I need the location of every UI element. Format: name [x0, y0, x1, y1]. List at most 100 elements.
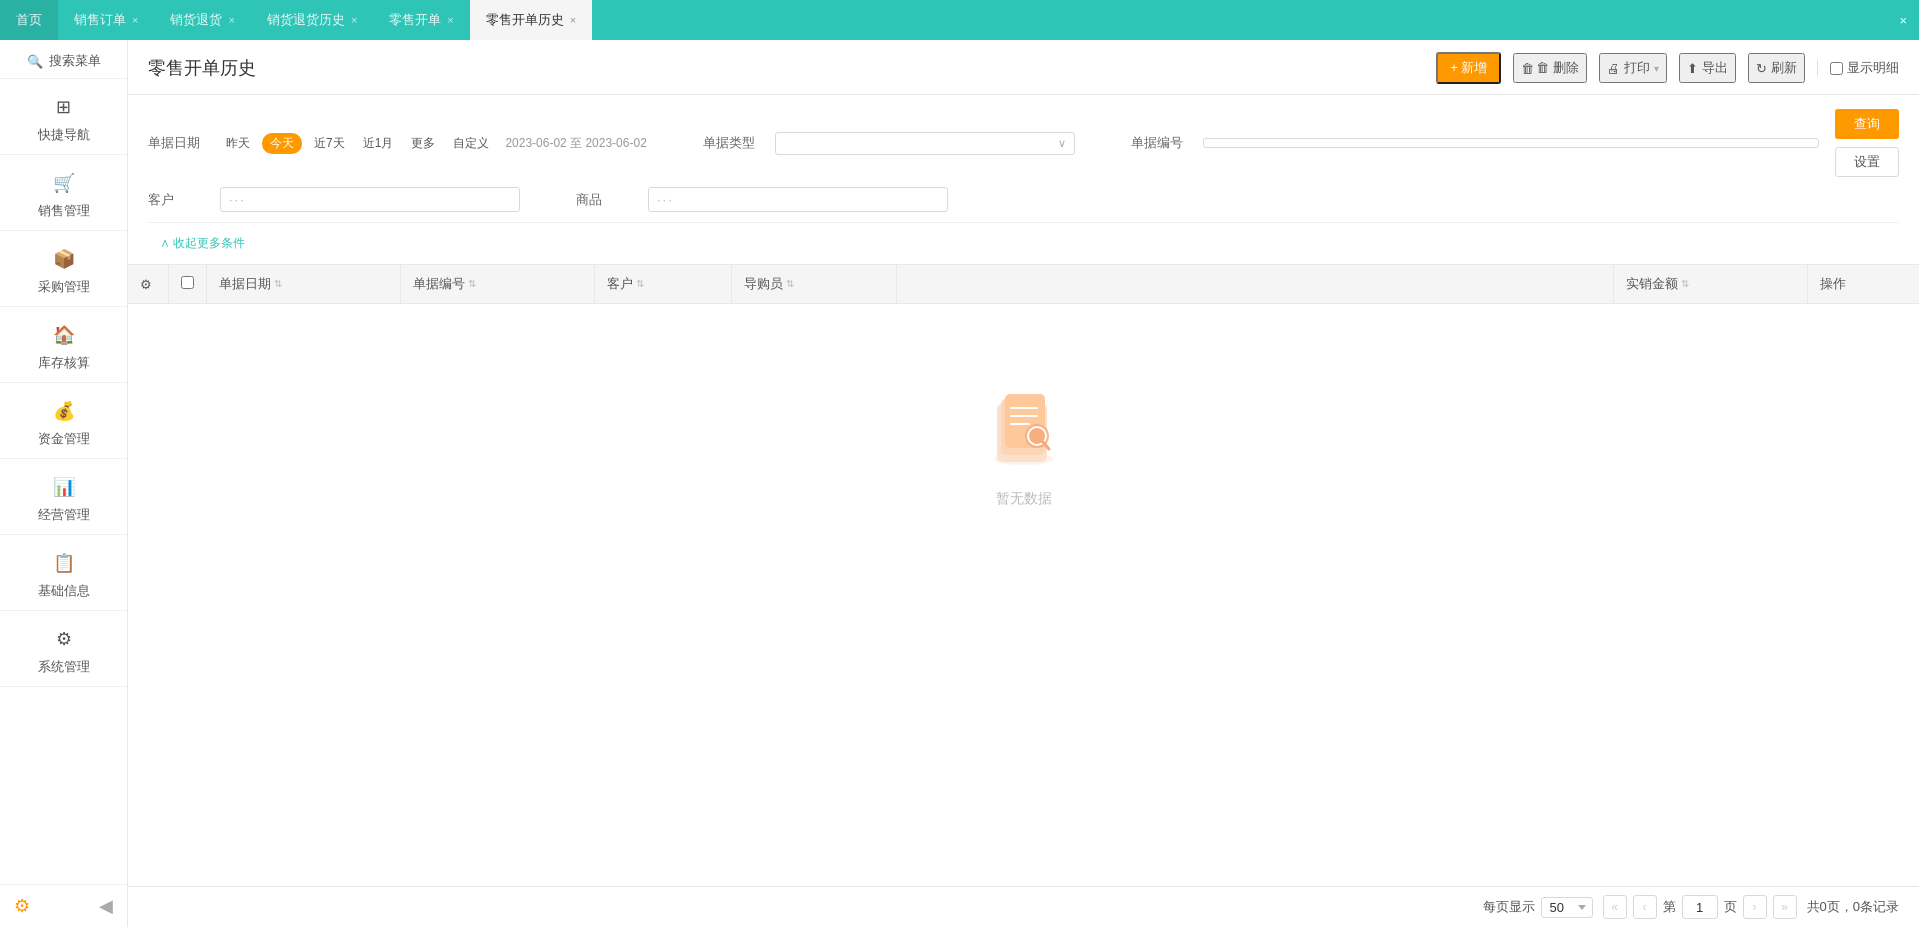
sidebar-item-purchase-mgmt[interactable]: 📦 采购管理 [0, 231, 127, 307]
sales-mgmt-icon: 🛒 [50, 169, 78, 197]
page-label-after: 页 [1724, 898, 1737, 916]
export-button[interactable]: ⬆ 导出 [1679, 53, 1736, 83]
date-filter-label: 单据日期 [148, 134, 204, 152]
goods-label: 商品 [576, 191, 632, 209]
filter-settings-button[interactable]: 设置 [1835, 147, 1899, 177]
sidebar-item-finance[interactable]: 💰资金管理 [0, 383, 127, 459]
export-label: 导出 [1702, 59, 1728, 77]
sidebar-search[interactable]: 🔍 搜索菜单 [0, 40, 127, 79]
filter-collapse-row: ∧ 收起更多条件 [148, 222, 1899, 256]
show-detail-input[interactable] [1830, 62, 1843, 75]
customer-input[interactable]: ··· [220, 187, 520, 212]
top-bar-tabs: 首页销售订单×销货退货×销货退货历史×零售开单×零售开单历史× [0, 0, 1887, 40]
sidebar-item-quick-nav[interactable]: ⊞快捷导航 [0, 79, 127, 155]
collapse-sidebar-icon[interactable]: ◀ [99, 895, 113, 917]
top-tab-close-sales-return[interactable]: × [228, 14, 234, 26]
table-area: ⚙ 单据日期 ⇅ 单据编号 [128, 265, 1919, 886]
sidebar-item-label-purchase-mgmt: 采购管理 [38, 278, 90, 296]
top-tab-sales-return-history[interactable]: 销货退货历史× [251, 0, 373, 40]
toolbar-separator [1817, 60, 1818, 76]
table-header-row: ⚙ 单据日期 ⇅ 单据编号 [128, 265, 1919, 304]
show-detail-label: 显示明细 [1847, 59, 1899, 77]
sidebar-bottom: ⚙ ◀ [0, 884, 127, 927]
sidebar-item-operations[interactable]: 📊 经营管理 [0, 459, 127, 535]
col-checkbox[interactable] [168, 265, 206, 304]
page-input[interactable] [1682, 895, 1718, 919]
top-bar: 首页销售订单×销货退货×销货退货历史×零售开单×零售开单历史× × [0, 0, 1919, 40]
search-icon: 🔍 [27, 54, 43, 69]
date-btn-more[interactable]: 更多 [405, 133, 441, 154]
per-page-label: 每页显示 [1483, 898, 1535, 916]
col-billno: 单据编号 ⇅ [400, 265, 594, 304]
refresh-button[interactable]: ↻ 刷新 [1748, 53, 1805, 83]
sidebar-item-basic-info[interactable]: 📋基础信息 [0, 535, 127, 611]
select-all-checkbox[interactable] [181, 276, 194, 289]
sidebar-item-system-mgmt[interactable]: ⚙系统管理 [0, 611, 127, 687]
top-bar-right: × [1887, 13, 1919, 28]
col-customer-label: 客户 [607, 275, 633, 293]
date-btn-today[interactable]: 今天 [262, 133, 302, 154]
basic-info-icon: 📋 [50, 549, 78, 577]
date-filter-btns: 昨天 今天 近7天 近1月 更多 自定义 2023-06-02 至 2023-0… [220, 133, 647, 154]
col-billno-sort-icon[interactable]: ⇅ [468, 279, 476, 289]
col-date-label: 单据日期 [219, 275, 271, 293]
sidebar-item-label-operations: 经营管理 [38, 506, 90, 524]
sidebar-item-sales-mgmt[interactable]: 🛒 销售管理 [0, 155, 127, 231]
print-arrow: ▾ [1654, 63, 1659, 74]
next-page-btn[interactable]: › [1743, 895, 1767, 919]
top-tab-home[interactable]: 首页 [0, 0, 58, 40]
last-page-btn[interactable]: » [1773, 895, 1797, 919]
pagination: « ‹ 第 页 › » [1603, 895, 1797, 919]
prev-page-btn[interactable]: ‹ [1633, 895, 1657, 919]
type-select[interactable]: ∨ [775, 132, 1075, 155]
delete-button[interactable]: 🗑 🗑 删除 [1513, 53, 1587, 83]
footer-total: 共0页，0条记录 [1807, 898, 1899, 916]
per-page-select[interactable]: 50 10 20 100 [1541, 897, 1593, 918]
close-window-icon[interactable]: × [1899, 13, 1907, 28]
top-tab-sales-order[interactable]: 销售订单 × [58, 0, 154, 40]
col-date: 单据日期 ⇅ [206, 265, 400, 304]
goods-input[interactable]: ··· [648, 187, 948, 212]
query-button[interactable]: 查询 [1835, 109, 1899, 139]
col-customer-sort-icon[interactable]: ⇅ [636, 279, 644, 289]
print-button[interactable]: 🖨 打印 ▾ [1599, 53, 1667, 83]
sidebar-item-label-sales-mgmt: 销售管理 [38, 202, 90, 220]
first-page-btn[interactable]: « [1603, 895, 1627, 919]
collapse-button[interactable]: ∧ 收起更多条件 [148, 231, 1899, 256]
date-btn-1month[interactable]: 近1月 [357, 133, 400, 154]
col-amount: 实销金额 ⇅ [1613, 265, 1807, 304]
top-tab-retail-open-history[interactable]: 零售开单历史× [470, 0, 592, 40]
col-extra [897, 265, 1613, 304]
toolbar: + 新增 🗑 🗑 删除 🖨 打印 ▾ ⬆ 导出 ↻ 刷新 [1436, 52, 1899, 84]
sidebar-item-label-finance: 资金管理 [38, 430, 90, 448]
sidebar-item-label-inventory: 库存核算 [38, 354, 90, 372]
col-amount-sort-icon[interactable]: ⇅ [1681, 279, 1689, 289]
top-tab-close-sales-return-history[interactable]: × [351, 14, 357, 26]
refresh-label: 刷新 [1771, 59, 1797, 77]
top-tab-label-sales-order: 销售订单 [74, 11, 126, 29]
date-btn-yesterday[interactable]: 昨天 [220, 133, 256, 154]
delete-icon: 🗑 [1521, 61, 1534, 76]
operations-icon: 📊 [50, 473, 78, 501]
sidebar-item-label-quick-nav: 快捷导航 [38, 126, 90, 144]
date-btn-7days[interactable]: 近7天 [308, 133, 351, 154]
settings-icon[interactable]: ⚙ [14, 895, 30, 917]
col-settings[interactable]: ⚙ [128, 265, 168, 304]
date-btn-custom[interactable]: 自定义 [447, 133, 495, 154]
billno-input[interactable] [1203, 138, 1819, 148]
top-tab-close-sales-order[interactable]: × [132, 14, 138, 26]
top-tab-close-retail-open-history[interactable]: × [570, 14, 576, 26]
add-button[interactable]: + 新增 [1436, 52, 1501, 84]
top-tab-sales-return[interactable]: 销货退货× [154, 0, 250, 40]
top-tab-retail-open[interactable]: 零售开单× [373, 0, 469, 40]
filter-area: 单据日期 昨天 今天 近7天 近1月 更多 自定义 2023-06-02 至 2… [128, 95, 1919, 265]
print-label: 打印 [1624, 59, 1650, 77]
purchase-mgmt-icon: 📦 [50, 245, 78, 273]
col-salesperson-sort-icon[interactable]: ⇅ [786, 279, 794, 289]
top-tab-label-home: 首页 [16, 11, 42, 29]
col-date-sort-icon[interactable]: ⇅ [274, 279, 282, 289]
sidebar-item-inventory[interactable]: 🏠库存核算 [0, 307, 127, 383]
top-tab-close-retail-open[interactable]: × [447, 14, 453, 26]
empty-cell: 暂无数据 [128, 304, 1919, 589]
show-detail-checkbox[interactable]: 显示明细 [1830, 59, 1899, 77]
